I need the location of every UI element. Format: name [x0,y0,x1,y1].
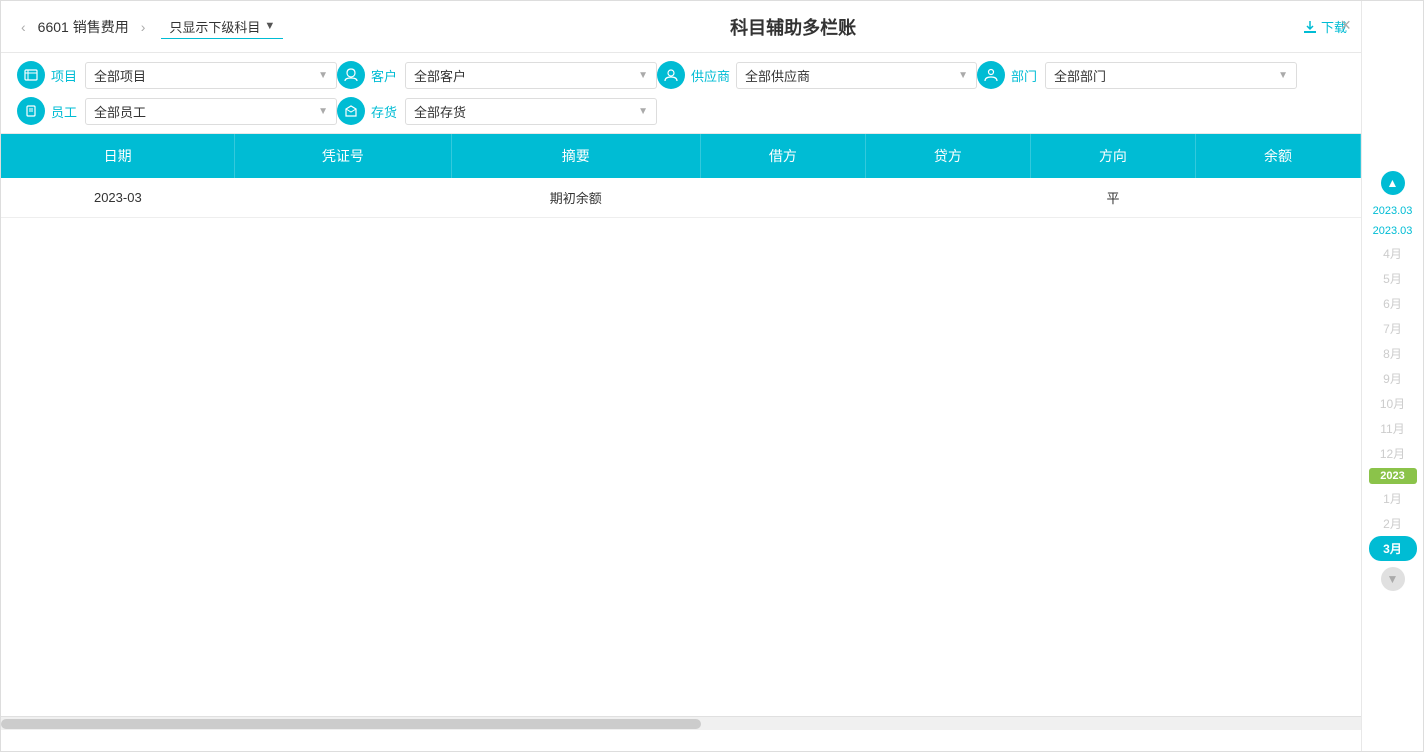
project-icon [17,61,45,89]
project-label: 项目 [51,66,79,85]
table-body: 2023-03 期初余额 平 [1,178,1361,218]
right-panel: ▲ 2023.032023.034月5月6月7月8月9月10月11月12月202… [1361,1,1423,751]
department-icon [977,61,1005,89]
col-voucher: 凭证号 [235,134,451,178]
employee-arrow-icon: ▼ [318,106,328,117]
filter-employee: 员工 全部员工 ▼ [17,97,337,125]
cell-direction: 平 [1030,178,1195,218]
month-item[interactable]: 9月 [1369,366,1417,391]
inventory-icon [337,97,365,125]
prev-arrow[interactable]: ‹ [17,17,30,37]
month-item[interactable]: 2023.03 [1369,201,1417,221]
project-arrow-icon: ▼ [318,70,328,81]
supplier-arrow-icon: ▼ [958,70,968,81]
table-wrapper: 日期 凭证号 摘要 借方 贷方 方向 余额 2023-03 期初余额 平 [1,134,1361,730]
col-date: 日期 [1,134,235,178]
month-list: 2023.032023.034月5月6月7月8月9月10月11月12月20231… [1369,201,1417,561]
department-label: 部门 [1011,66,1039,85]
inventory-arrow-icon: ▼ [638,106,648,117]
top-bar: ‹ 6601 销售费用 › 只显示下级科目 ▼ 科目辅助多栏账 下载 [1,1,1423,53]
month-item[interactable]: 2023 [1369,468,1417,484]
filter-customer: 客户 全部客户 ▼ [337,61,657,89]
month-item[interactable]: 7月 [1369,316,1417,341]
scroll-up-button[interactable]: ▲ [1381,171,1405,195]
employee-label: 员工 [51,102,79,121]
customer-value: 全部客户 [414,66,466,85]
cell-debit [700,178,865,218]
scrollbar-thumb[interactable] [1,719,701,729]
next-arrow[interactable]: › [137,17,150,37]
month-item[interactable]: 2月 [1369,511,1417,536]
month-item[interactable]: 12月 [1369,441,1417,466]
month-item[interactable]: 2023.03 [1369,221,1417,241]
page-title: 科目辅助多栏账 [283,14,1303,40]
project-select[interactable]: 全部项目 ▼ [85,62,337,89]
department-value: 全部部门 [1054,66,1106,85]
table-row: 2023-03 期初余额 平 [1,178,1361,218]
customer-select[interactable]: 全部客户 ▼ [405,62,657,89]
col-summary: 摘要 [451,134,700,178]
filter-project: 项目 全部项目 ▼ [17,61,337,89]
account-code: 6601 销售费用 [38,17,129,37]
employee-select[interactable]: 全部员工 ▼ [85,98,337,125]
filter-supplier: 供应商 全部供应商 ▼ [657,61,977,89]
month-item[interactable]: 5月 [1369,266,1417,291]
customer-label: 客户 [371,66,399,85]
month-item[interactable]: 1月 [1369,486,1417,511]
department-select[interactable]: 全部部门 ▼ [1045,62,1297,89]
show-sub-label: 只显示下级科目 [169,17,260,36]
employee-icon [17,97,45,125]
supplier-value: 全部供应商 [745,66,810,85]
col-balance: 余额 [1195,134,1360,178]
col-debit: 借方 [700,134,865,178]
department-arrow-icon: ▼ [1278,70,1288,81]
customer-icon [337,61,365,89]
cell-balance [1195,178,1360,218]
month-item[interactable]: 11月 [1369,416,1417,441]
cell-voucher [235,178,451,218]
employee-value: 全部员工 [94,102,146,121]
month-item[interactable]: 4月 [1369,241,1417,266]
show-sub-button[interactable]: 只显示下级科目 ▼ [161,15,283,39]
main-window: ‹ 6601 销售费用 › 只显示下级科目 ▼ 科目辅助多栏账 下载 [0,0,1424,752]
filter-row: 项目 全部项目 ▼ 客户 全部客户 ▼ 供应商 全部供应商 [1,53,1423,134]
horizontal-scrollbar[interactable] [1,716,1361,730]
cell-date: 2023-03 [1,178,235,218]
inventory-select[interactable]: 全部存货 ▼ [405,98,657,125]
filter-inventory: 存货 全部存货 ▼ [337,97,657,125]
cell-credit [865,178,1030,218]
inventory-value: 全部存货 [414,102,466,121]
close-button[interactable]: × [1340,15,1351,36]
table-header-row: 日期 凭证号 摘要 借方 贷方 方向 余额 [1,134,1361,178]
project-value: 全部项目 [94,66,146,85]
supplier-select[interactable]: 全部供应商 ▼ [736,62,977,89]
supplier-icon [657,61,685,89]
customer-arrow-icon: ▼ [638,70,648,81]
cell-summary: 期初余额 [451,178,700,218]
month-item[interactable]: 3月 [1369,536,1417,561]
month-item[interactable]: 8月 [1369,341,1417,366]
data-table: 日期 凭证号 摘要 借方 贷方 方向 余额 2023-03 期初余额 平 [1,134,1361,218]
scroll-down-button[interactable]: ▼ [1381,567,1405,591]
inventory-label: 存货 [371,102,399,121]
download-icon [1303,20,1317,34]
filter-department: 部门 全部部门 ▼ [977,61,1297,89]
month-item[interactable]: 6月 [1369,291,1417,316]
supplier-label: 供应商 [691,66,730,85]
col-credit: 贷方 [865,134,1030,178]
chevron-down-icon: ▼ [264,20,275,32]
col-direction: 方向 [1030,134,1195,178]
month-item[interactable]: 10月 [1369,391,1417,416]
